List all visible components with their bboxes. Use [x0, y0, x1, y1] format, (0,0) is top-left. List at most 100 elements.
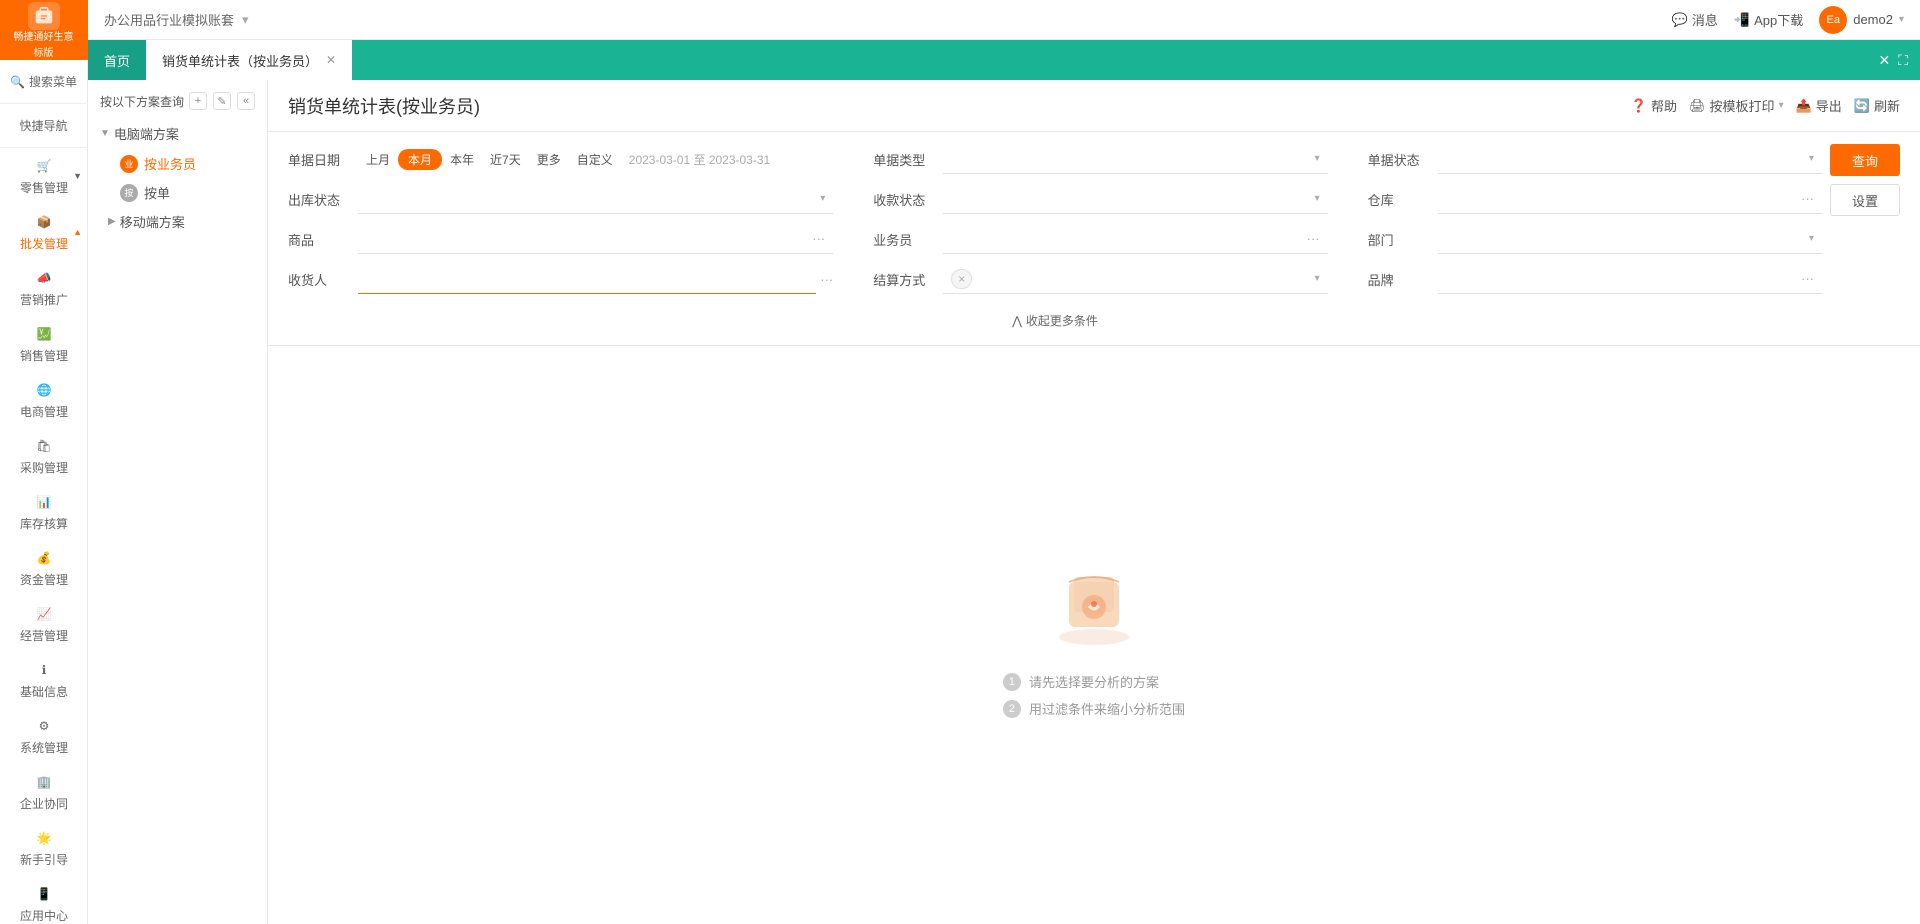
basic-icon: ℹ: [34, 660, 54, 680]
product-select[interactable]: ···: [358, 224, 833, 254]
collect-status-select[interactable]: ▾: [943, 184, 1327, 214]
filter-area: 单据日期 上月 本月 本年 近7天 更多 自定义 2023-03-01 至 20…: [268, 132, 1920, 346]
doc-status-select[interactable]: ▾: [1438, 144, 1822, 174]
edit-scheme-btn[interactable]: ✎: [213, 92, 231, 110]
payment-label: 结算方式: [873, 270, 943, 289]
app-download-action[interactable]: 📲 App下载: [1734, 10, 1803, 29]
payment-select[interactable]: × ▾: [943, 264, 1327, 294]
add-scheme-btn[interactable]: +: [189, 92, 207, 110]
collect-status-label: 收款状态: [873, 190, 943, 209]
breadcrumb-arrow: ▾: [242, 12, 249, 28]
tab-home[interactable]: 首页: [88, 40, 146, 80]
date-prev-month[interactable]: 上月: [358, 149, 398, 170]
tab-maximize-area: ✕ ⛶: [1878, 52, 1908, 69]
date-filter: 上月 本月 本年 近7天 更多 自定义 2023-03-01 至 2023-03…: [358, 149, 833, 170]
mobile-arrow-icon: ▶: [108, 216, 116, 227]
doc-type-label: 单据类型: [873, 150, 943, 169]
sidebar-item-apps[interactable]: 📱 应用中心: [0, 876, 87, 924]
filter-warehouse: 仓库 ···: [1368, 184, 1822, 214]
consignee-dots: ···: [820, 272, 833, 287]
refresh-btn[interactable]: 🔄 刷新: [1854, 96, 1900, 115]
tab-sales-report[interactable]: 销货单统计表（按业务员） ✕: [146, 40, 352, 80]
collapse-label: 收起更多条件: [1026, 312, 1098, 329]
warehouse-select[interactable]: ···: [1438, 184, 1822, 214]
sidebar-item-operations[interactable]: 📈 经营管理: [0, 596, 87, 652]
tree-child-by-staff[interactable]: 业 按业务员: [100, 149, 255, 178]
consignee-input[interactable]: [358, 264, 816, 294]
out-status-select[interactable]: ▾: [358, 184, 833, 214]
user-menu[interactable]: Ea demo2 ▾: [1819, 6, 1904, 34]
filter-doc-status: 单据状态 ▾: [1368, 144, 1822, 174]
sidebar-item-wholesale-label: 批发管理: [20, 235, 68, 252]
export-btn[interactable]: 📤 导出: [1796, 96, 1842, 115]
payment-tag-remove[interactable]: ×: [958, 272, 965, 286]
sales-icon: 💹: [34, 324, 54, 344]
sidebar-item-basic[interactable]: ℹ 基础信息: [0, 652, 87, 708]
doc-status-chevron-icon: ▾: [1809, 153, 1814, 164]
sidebar-item-system[interactable]: ⚙ 系统管理: [0, 708, 87, 764]
date-recent7[interactable]: 近7天: [482, 149, 529, 170]
consignee-label: 收货人: [288, 270, 358, 289]
brand-select[interactable]: ···: [1438, 264, 1822, 294]
sidebar-item-marketing-label: 营销推广: [20, 291, 68, 308]
sidebar-item-sales[interactable]: 💹 销售管理: [0, 316, 87, 372]
product-label: 商品: [288, 230, 358, 249]
sidebar-item-marketing[interactable]: 📣 营销推广: [0, 260, 87, 316]
sidebar-item-ecommerce[interactable]: 🌐 电商管理: [0, 372, 87, 428]
filter-product: 商品 ···: [288, 224, 833, 254]
empty-steps: 1 请先选择要分析的方案 2 用过滤条件来缩小分析范围: [1003, 672, 1185, 718]
sidebar-item-inventory[interactable]: 📊 库存核算: [0, 484, 87, 540]
tree-desktop[interactable]: ▼ 电脑端方案: [100, 118, 255, 149]
date-range: 2023-03-01 至 2023-03-31: [629, 151, 770, 168]
tree-mobile[interactable]: ▶ 移动端方案: [100, 207, 255, 236]
date-this-year[interactable]: 本年: [442, 149, 482, 170]
sidebar-item-finance[interactable]: 💰 资金管理: [0, 540, 87, 596]
collapse-btn[interactable]: ⋀ 收起更多条件: [1012, 312, 1098, 329]
dept-select[interactable]: ▾: [1438, 224, 1822, 254]
date-this-month[interactable]: 本月: [398, 149, 442, 170]
app-download-label: App下载: [1754, 10, 1803, 29]
collapse-panel-btn[interactable]: «: [237, 92, 255, 110]
top-header: 办公用品行业模拟账套 ▾ 💬 消息 📲 App下载 Ea demo2 ▾: [88, 0, 1920, 40]
payment-chevron-icon: ▾: [1315, 273, 1320, 284]
logo-text: 畅捷通好生意: [14, 32, 74, 44]
tab-expand-icon[interactable]: ⛶: [1898, 52, 1908, 69]
settings-btn[interactable]: 设置: [1830, 184, 1900, 216]
help-btn[interactable]: ❓ 帮助: [1631, 96, 1677, 115]
sidebar-item-corp-label: 企业协同: [20, 795, 68, 812]
print-dropdown-icon: ▾: [1779, 100, 1784, 111]
app-logo: 畅捷通好生意 标版: [0, 0, 88, 60]
avatar: Ea: [1819, 6, 1847, 34]
message-action[interactable]: 💬 消息: [1672, 10, 1718, 29]
breadcrumb: 办公用品行业模拟账套 ▾: [104, 10, 249, 29]
step-2-num: 2: [1003, 700, 1021, 718]
query-btn[interactable]: 查询: [1830, 144, 1900, 176]
dept-chevron-icon: ▾: [1809, 233, 1814, 244]
sidebar-item-newuser[interactable]: 🌟 新手引导: [0, 820, 87, 876]
sidebar-item-wholesale[interactable]: 📦 批发管理 ▲: [0, 204, 87, 260]
order-scheme-icon: 按: [120, 184, 138, 202]
brand-label: 品牌: [1368, 270, 1438, 289]
staff-select[interactable]: ···: [943, 224, 1327, 254]
staff-scheme-label: 按业务员: [144, 154, 196, 173]
date-more[interactable]: 更多: [529, 149, 569, 170]
sidebar-item-retail[interactable]: 🛒 零售管理 ▼: [0, 148, 87, 204]
sidebar-item-corp[interactable]: 🏢 企业协同: [0, 764, 87, 820]
tab-close-icon[interactable]: ✕: [326, 53, 336, 67]
tab-close-window-icon[interactable]: ✕: [1878, 52, 1890, 69]
staff-label: 业务员: [873, 230, 943, 249]
filter-row-3: 商品 ··· 业务员: [288, 224, 1822, 254]
purchase-icon: 🛍: [34, 436, 54, 456]
collect-status-chevron-icon: ▾: [1315, 193, 1320, 204]
tree-child-by-order[interactable]: 按 按单: [100, 178, 255, 207]
doc-type-select[interactable]: ▾: [943, 144, 1327, 174]
print-btn[interactable]: 🖨 按模板打印 ▾: [1689, 96, 1784, 115]
search-menu[interactable]: 🔍 搜索菜单: [0, 60, 88, 104]
quick-nav[interactable]: 快捷导航: [0, 104, 88, 148]
breadcrumb-text: 办公用品行业模拟账套: [104, 10, 234, 29]
logo-icon: [28, 2, 60, 30]
brand-dots: ···: [1801, 271, 1814, 286]
sidebar-item-purchase[interactable]: 🛍 采购管理: [0, 428, 87, 484]
export-label: 导出: [1816, 96, 1842, 115]
date-custom[interactable]: 自定义: [569, 149, 621, 170]
